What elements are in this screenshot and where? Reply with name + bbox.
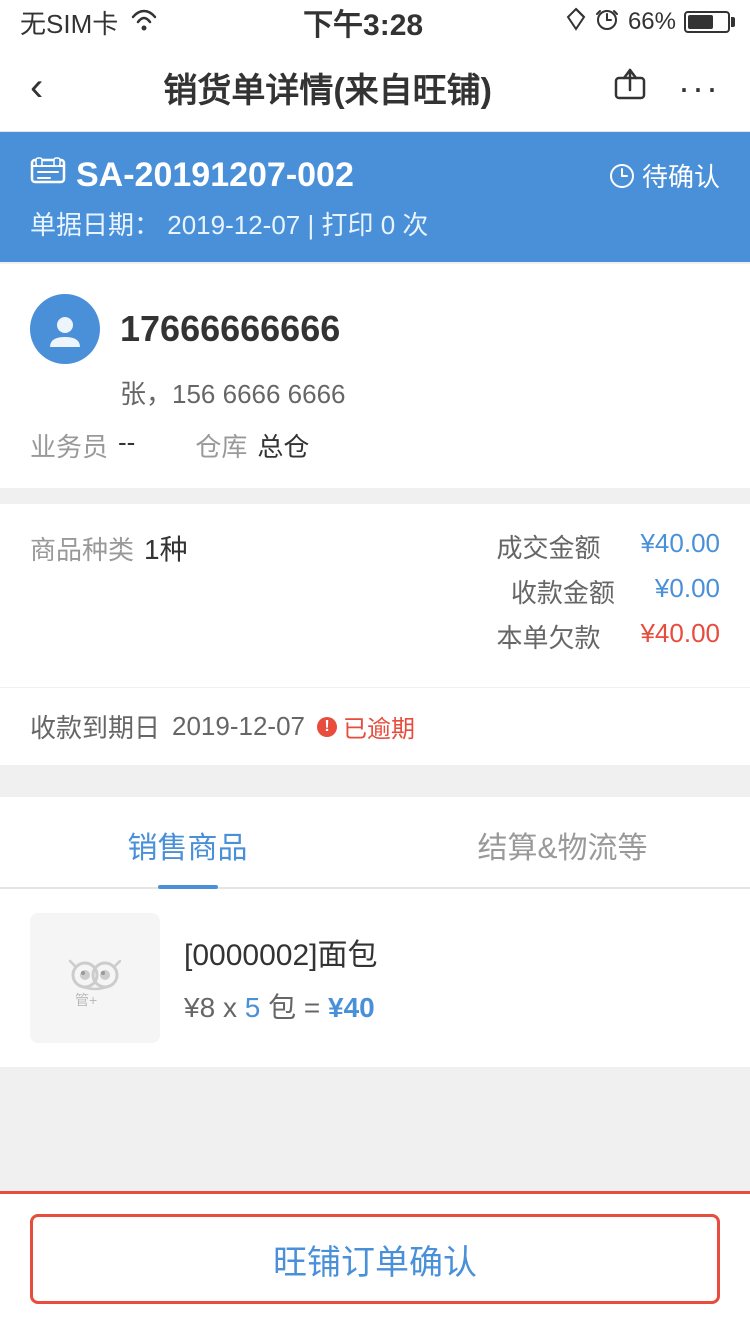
summary-row: 商品种类 1种 成交金额 ¥40.00 收款金额 ¥0.00 本单欠款 ¥40.…: [30, 528, 720, 663]
deal-amount-value: ¥40.00: [640, 528, 720, 565]
location-icon: [566, 7, 586, 38]
product-name: [0000002]面包: [184, 930, 720, 974]
customer-phone: 17666666666: [120, 308, 340, 350]
warehouse-value: 总仓: [257, 427, 309, 464]
customer-info-row: 业务员 -- 仓库 总仓: [30, 427, 720, 464]
carrier-label: 无SIM卡: [20, 4, 118, 41]
svg-text:管+: 管+: [75, 992, 97, 1008]
page-title: 销货单详情(来自旺铺): [163, 63, 492, 112]
warehouse-info: 仓库 总仓: [195, 427, 309, 464]
product-item: 管+ [0000002]面包 ¥8 x 5 包 = ¥40: [0, 889, 750, 1067]
quantity: 5: [245, 992, 261, 1023]
warehouse-label: 仓库: [195, 427, 247, 464]
confirm-button-wrap: 旺铺订单确认: [0, 1191, 750, 1334]
received-amount-value: ¥0.00: [655, 573, 720, 610]
received-amount-label: 收款金额: [511, 573, 615, 610]
divider-1: [0, 488, 750, 504]
nav-bar: ‹ 销货单详情(来自旺铺) ···: [0, 44, 750, 132]
owed-amount-label: 本单欠款: [496, 618, 600, 655]
owed-amount-row: 本单欠款 ¥40.00: [496, 618, 720, 655]
product-thumbnail: 管+: [30, 913, 160, 1043]
unit-price: ¥8: [184, 992, 215, 1023]
salesman-label: 业务员: [30, 427, 108, 464]
due-date-label: 收款到期日: [30, 708, 160, 745]
customer-row: 17666666666: [30, 294, 720, 364]
amounts-section: 成交金额 ¥40.00 收款金额 ¥0.00 本单欠款 ¥40.00: [496, 528, 720, 663]
divider-2: [0, 765, 750, 781]
tabs-row: 销售商品 结算&物流等: [0, 797, 750, 889]
owed-amount-value: ¥40.00: [640, 618, 720, 655]
order-icon: [30, 156, 66, 195]
alarm-icon: [594, 6, 620, 39]
battery-icon: [684, 11, 730, 33]
wifi-icon: [128, 7, 160, 38]
product-type: 商品种类 1种: [30, 528, 188, 568]
status-left: 无SIM卡: [20, 4, 160, 41]
order-header-card: SA-20191207-002 待确认 单据日期： 2019-12-07 | 打…: [0, 132, 750, 262]
product-info: [0000002]面包 ¥8 x 5 包 = ¥40: [184, 930, 720, 1026]
salesman-value: --: [118, 427, 135, 464]
customer-name: 张，156 6666 6666: [30, 374, 720, 411]
status-time: 下午3:28: [303, 0, 423, 44]
nav-right: ···: [612, 66, 720, 109]
back-button[interactable]: ‹: [30, 65, 43, 110]
order-meta: 单据日期： 2019-12-07 | 打印 0 次: [30, 205, 720, 242]
tabs-section: 销售商品 结算&物流等 管+ [0000002]面包: [0, 797, 750, 1067]
overdue-dot-icon: !: [317, 717, 337, 737]
customer-section: 17666666666 张，156 6666 6666 业务员 -- 仓库 总仓: [0, 264, 750, 488]
tab-products[interactable]: 销售商品: [0, 797, 375, 887]
salesman-info: 业务员 --: [30, 427, 135, 464]
due-section: 收款到期日 2019-12-07 ! 已逾期: [0, 687, 750, 765]
tab-settlement[interactable]: 结算&物流等: [375, 797, 750, 887]
avatar: [30, 294, 100, 364]
summary-section: 商品种类 1种 成交金额 ¥40.00 收款金额 ¥0.00 本单欠款 ¥40.…: [0, 504, 750, 687]
received-amount-row: 收款金额 ¥0.00: [496, 573, 720, 610]
due-date-value: 2019-12-07: [172, 711, 305, 742]
order-id: SA-20191207-002: [30, 156, 354, 195]
unit: 包: [268, 992, 296, 1023]
overdue-text: 已逾期: [343, 709, 415, 744]
status-bar: 无SIM卡 下午3:28 66%: [0, 0, 750, 44]
order-status: 待确认: [608, 157, 720, 194]
product-type-label: 商品种类: [30, 530, 134, 567]
status-text: 待确认: [642, 157, 720, 194]
more-button[interactable]: ···: [678, 67, 720, 109]
header-top: SA-20191207-002 待确认: [30, 156, 720, 195]
order-id-text: SA-20191207-002: [76, 156, 354, 195]
total-price: ¥40: [328, 992, 375, 1023]
overdue-badge: ! 已逾期: [317, 709, 415, 744]
product-type-value: 1种: [144, 528, 188, 568]
status-right: 66%: [566, 6, 730, 39]
confirm-button[interactable]: 旺铺订单确认: [30, 1214, 720, 1304]
deal-amount-label: 成交金额: [496, 528, 600, 565]
product-price: ¥8 x 5 包 = ¥40: [184, 986, 720, 1026]
deal-amount-row: 成交金额 ¥40.00: [496, 528, 720, 565]
share-button[interactable]: [612, 66, 648, 109]
battery-percentage: 66%: [628, 8, 676, 36]
